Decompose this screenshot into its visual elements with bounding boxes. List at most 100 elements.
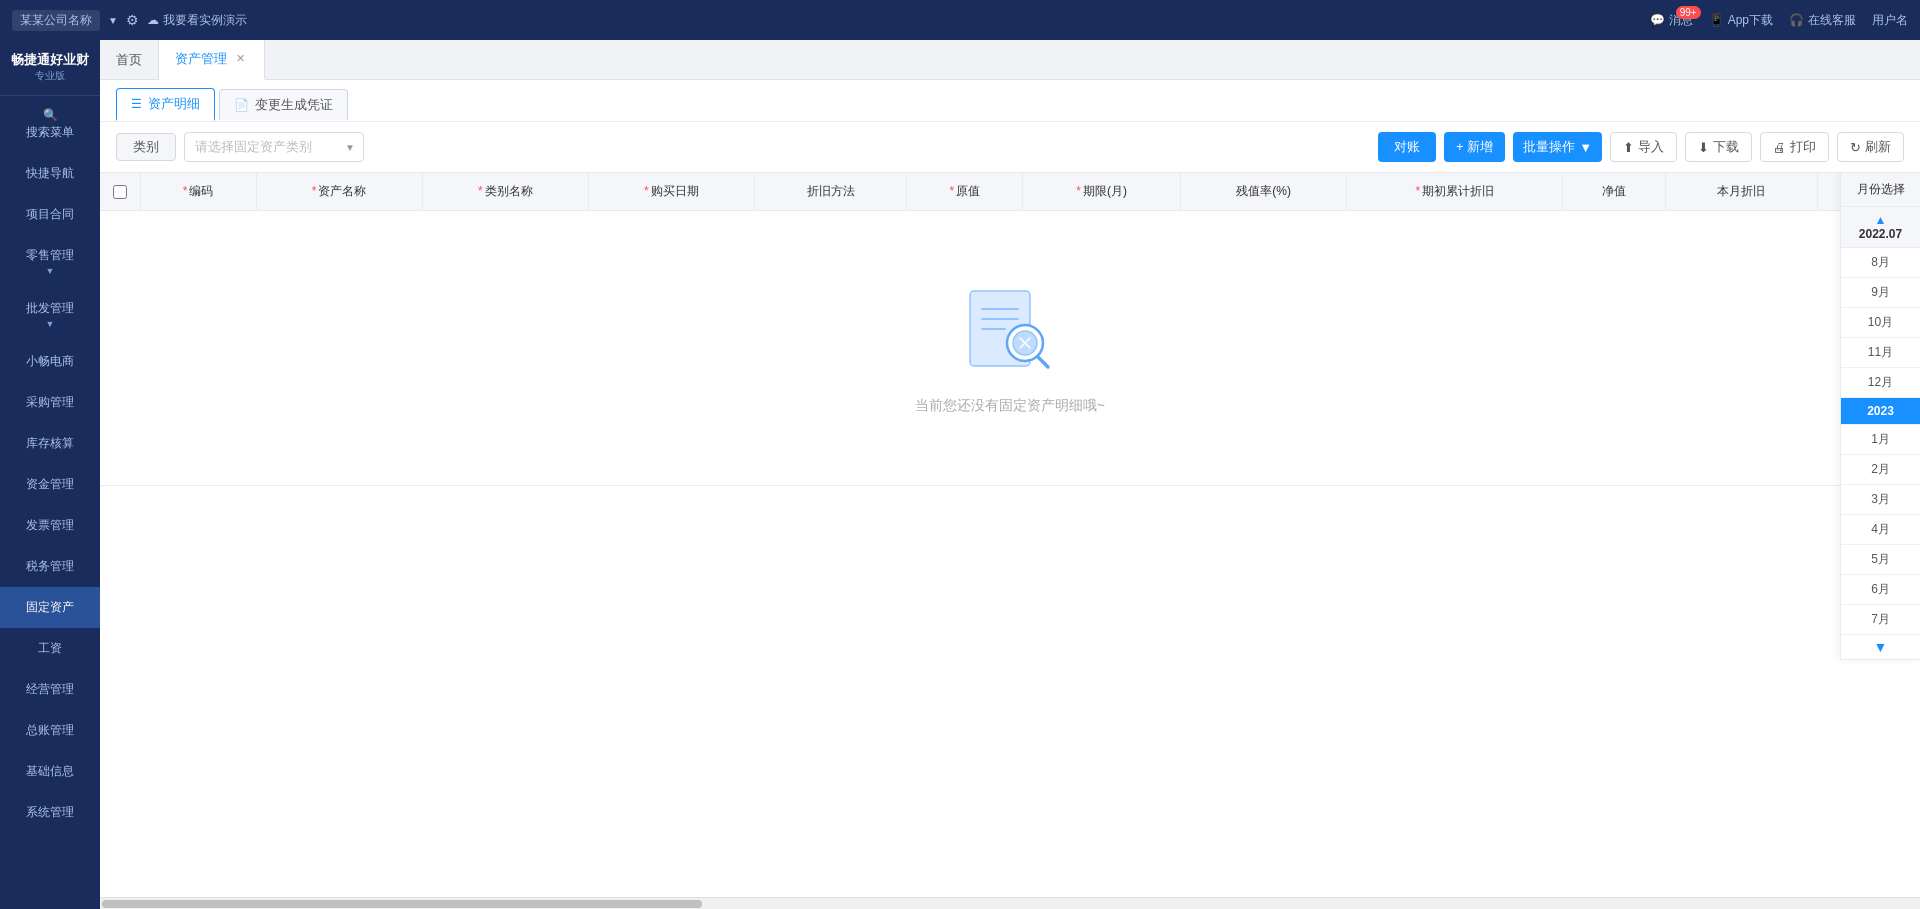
sidebar-item-retail[interactable]: 零售管理 ▼ [0,235,100,288]
bottom-scrollbar[interactable] [100,897,1920,909]
sidebar-item-operation[interactable]: 经营管理 [0,669,100,710]
down-arrow-icon[interactable]: ▼ [1874,639,1888,655]
col-code: *编码 [140,173,256,211]
month-item-2023-label[interactable]: 2023 [1841,398,1920,425]
app-title: 畅捷通好业财 [8,52,92,69]
import-button[interactable]: ⬆ 导入 [1610,132,1677,162]
batch-arrow-icon: ▼ [46,319,55,329]
sidebar-logo: 畅捷通好业财 专业版 [0,40,100,96]
empty-state: 当前您还没有固定资产明细哦~ [112,221,1908,475]
main-content: 首页 资产管理 ✕ ☰ 资产明细 📄 变更生成凭证 [100,40,1920,909]
sidebar-item-invoice[interactable]: 发票管理 [0,505,100,546]
message-button[interactable]: 💬 消息 99+ [1650,12,1693,29]
up-arrow-icon[interactable]: ▲ [1841,213,1920,227]
company-dropdown-arrow[interactable]: ▼ [108,15,118,26]
top-bar-left: 某某公司名称 ▼ ⚙ ☁ 我要看实例演示 [12,10,1642,31]
table-container: *编码 *资产名称 *类别名称 *购买日期 折旧方法 *原值 *期限(月) 残值… [100,173,1920,897]
empty-text: 当前您还没有固定资产明细哦~ [915,397,1105,415]
filter-placeholder-text: 请选择固定资产类别 [195,138,312,156]
page-content: ☰ 资产明细 📄 变更生成凭证 类别 请选择固定资产类别 ▼ [100,80,1920,909]
svg-line-6 [1038,357,1048,367]
col-accumulated-depreciation: *期初累计折旧 [1347,173,1563,211]
online-service-button[interactable]: 🎧 在线客服 [1789,12,1856,29]
toolbar: 类别 请选择固定资产类别 ▼ 对账 + 新增 批量操作 ▼ ⬆ [100,122,1920,173]
month-item-3[interactable]: 3月 [1841,485,1920,515]
select-all-checkbox[interactable] [113,185,127,199]
sidebar-item-salary[interactable]: 工资 [0,628,100,669]
list-icon: ☰ [131,97,142,111]
asset-table: *编码 *资产名称 *类别名称 *购买日期 折旧方法 *原值 *期限(月) 残值… [100,173,1920,486]
month-item-10[interactable]: 10月 [1841,308,1920,338]
batch-ops-button[interactable]: 批量操作 ▼ [1513,132,1602,162]
sub-tab-asset-detail[interactable]: ☰ 资产明细 [116,88,215,121]
col-category-name: *类别名称 [422,173,588,211]
sidebar-item-fixed-assets[interactable]: 固定资产 [0,587,100,628]
col-period: *期限(月) [1023,173,1181,211]
category-filter-label: 类别 [116,133,176,161]
refresh-button[interactable]: ↻ 刷新 [1837,132,1904,162]
sidebar-item-system[interactable]: 系统管理 [0,792,100,833]
month-item-8[interactable]: 8月 [1841,248,1920,278]
month-picker-panel: 月份选择 ▲ 2022.07 8月 9月 10月 11月 12月 2023 1月 [1840,173,1920,660]
scroll-thumb[interactable] [102,900,702,908]
sidebar-item-purchase[interactable]: 采购管理 [0,382,100,423]
app-shell: 畅捷通好业财 专业版 🔍 搜索菜单 快捷导航 项目合同 零售管理 ▼ 批发管理 … [0,40,1920,909]
month-item-7[interactable]: 7月 [1841,605,1920,635]
download-button[interactable]: ⬇ 下载 [1685,132,1752,162]
sidebar-item-ecommerce[interactable]: 小畅电商 [0,341,100,382]
col-net-value: 净值 [1563,173,1665,211]
sidebar-item-batch[interactable]: 批发管理 ▼ [0,288,100,341]
month-item-5[interactable]: 5月 [1841,545,1920,575]
month-item-11[interactable]: 11月 [1841,338,1920,368]
month-picker-nav: ▼ [1841,635,1920,659]
sidebar-item-project-contract[interactable]: 项目合同 [0,194,100,235]
month-item-4[interactable]: 4月 [1841,515,1920,545]
sidebar-item-basic-info[interactable]: 基础信息 [0,751,100,792]
import-icon: ⬆ [1623,140,1634,155]
month-item-9[interactable]: 9月 [1841,278,1920,308]
month-item-2[interactable]: 2月 [1841,455,1920,485]
print-icon: 🖨 [1773,140,1786,155]
batch-arrow-icon: ▼ [1579,140,1592,155]
tab-home[interactable]: 首页 [100,40,159,80]
category-filter-select[interactable]: 请选择固定资产类别 ▼ [184,132,364,162]
add-button[interactable]: + 新增 [1444,132,1505,162]
cloud-icon: ☁ [147,13,159,27]
sidebar-item-fund[interactable]: 资金管理 [0,464,100,505]
refresh-icon: ↻ [1850,140,1861,155]
month-year-display: ▲ 2022.07 [1841,207,1920,248]
filter-group: 类别 请选择固定资产类别 ▼ [116,132,1370,162]
empty-illustration [950,281,1070,381]
print-button[interactable]: 🖨 打印 [1760,132,1829,162]
sidebar-item-tax[interactable]: 税务管理 [0,546,100,587]
sidebar: 畅捷通好业财 专业版 🔍 搜索菜单 快捷导航 项目合同 零售管理 ▼ 批发管理 … [0,40,100,909]
sidebar-item-ledger[interactable]: 总账管理 [0,710,100,751]
empty-state-cell: 当前您还没有固定资产明细哦~ [100,211,1920,486]
month-item-12[interactable]: 12月 [1841,368,1920,398]
message-icon: 💬 [1650,13,1665,27]
settings-icon[interactable]: ⚙ [126,12,139,28]
month-item-6[interactable]: 6月 [1841,575,1920,605]
sidebar-item-search[interactable]: 🔍 搜索菜单 [0,96,100,153]
user-name-display: 用户名 [1872,12,1908,29]
select-arrow-icon: ▼ [345,142,355,153]
col-depreciation-method: 折旧方法 [754,173,906,211]
demo-link[interactable]: ☁ 我要看实例演示 [147,12,247,29]
sidebar-item-quick-nav[interactable]: 快捷导航 [0,153,100,194]
top-bar-right: 💬 消息 99+ 📱 App下载 🎧 在线客服 用户名 [1650,12,1908,29]
top-bar: 某某公司名称 ▼ ⚙ ☁ 我要看实例演示 💬 消息 99+ 📱 App下载 🎧 … [0,0,1920,40]
tab-asset-management[interactable]: 资产管理 ✕ [159,40,265,80]
content-area: *编码 *资产名称 *类别名称 *购买日期 折旧方法 *原值 *期限(月) 残值… [100,173,1920,897]
col-purchase-date: *购买日期 [588,173,754,211]
month-item-1[interactable]: 1月 [1841,425,1920,455]
sub-tab-change-voucher[interactable]: 📄 变更生成凭证 [219,89,348,120]
col-monthly-depreciation: 本月折旧 [1665,173,1817,211]
tab-close-icon[interactable]: ✕ [233,51,248,66]
reconcile-button[interactable]: 对账 [1378,132,1436,162]
mobile-icon: 📱 [1709,13,1724,27]
company-name-display: 某某公司名称 [12,10,100,31]
sidebar-item-inventory[interactable]: 库存核算 [0,423,100,464]
month-picker-list: 8月 9月 10月 11月 12月 2023 1月 2月 3月 4月 5月 6月… [1841,248,1920,635]
message-badge: 99+ [1676,6,1701,19]
app-download-button[interactable]: 📱 App下载 [1709,12,1773,29]
